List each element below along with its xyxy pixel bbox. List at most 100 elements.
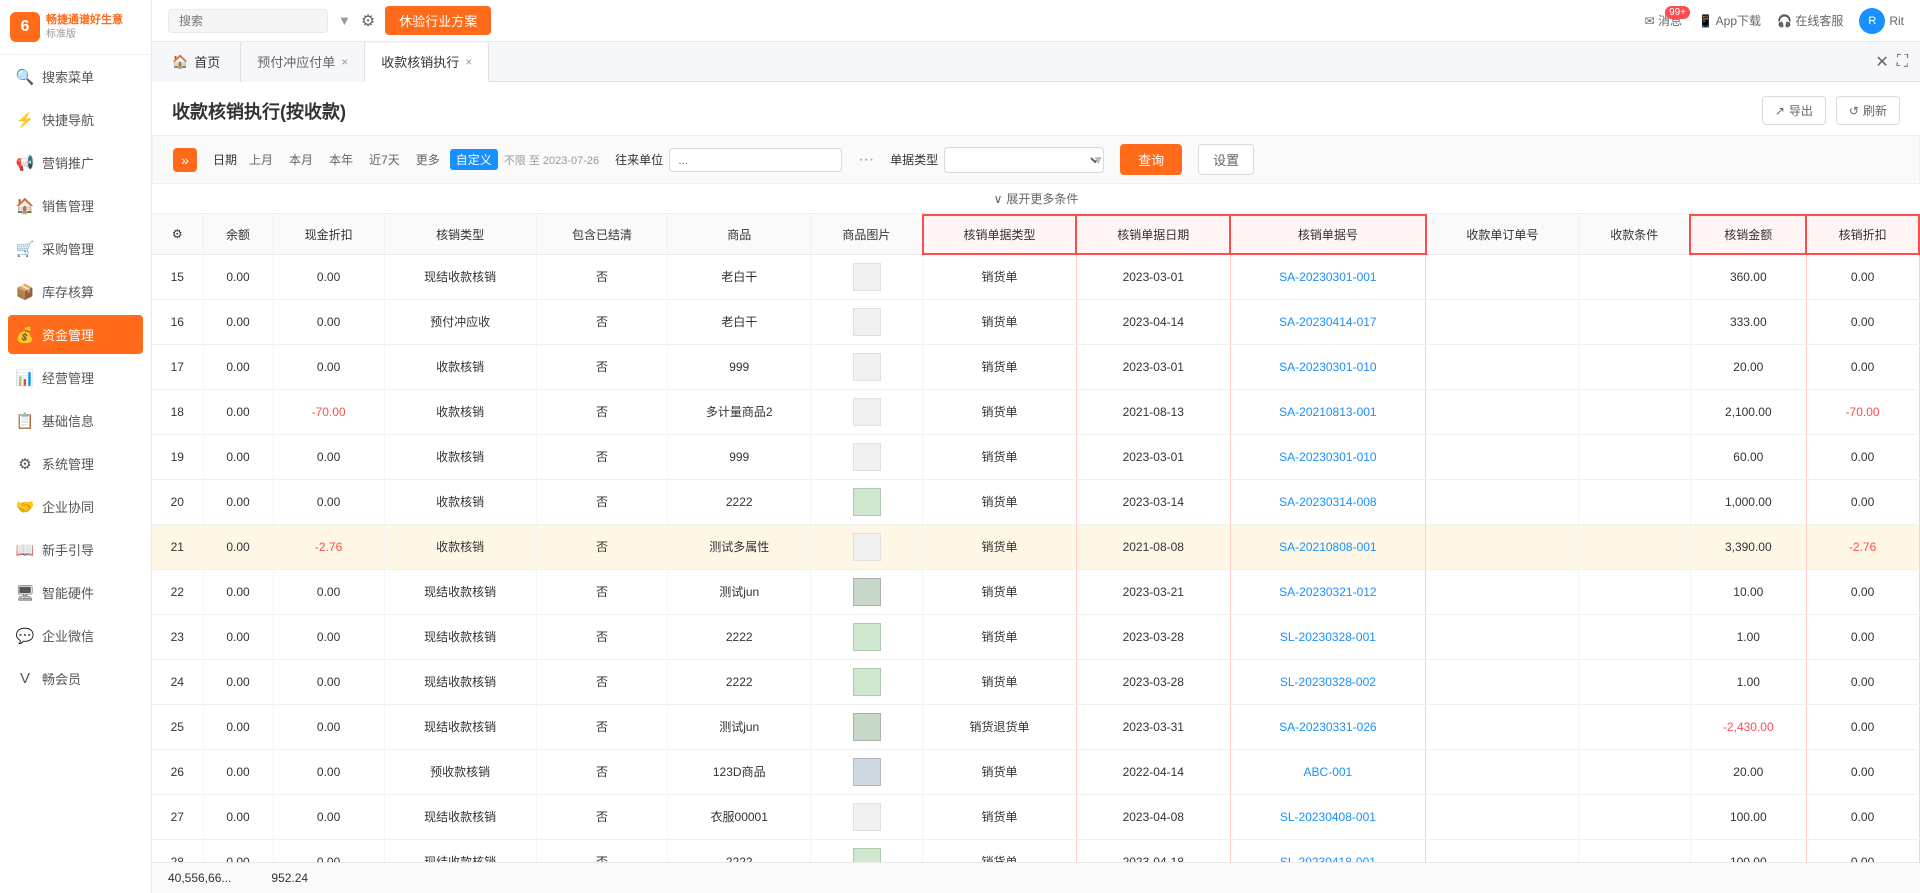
cell-cash-discount: 0.00 [273,749,384,794]
tab-prepay-close[interactable]: × [341,55,348,69]
topbar-right: ✉ 消息 99+ 📱 App下载 🎧 在线客服 R Rit [1645,8,1904,34]
cell-goods: 测试jun [668,569,811,614]
date-btn-this-year[interactable]: 本年 [323,149,359,170]
date-btn-this-month[interactable]: 本月 [283,149,319,170]
cell-wv-no[interactable]: SA-20230321-012 [1230,569,1425,614]
settings-button[interactable]: 设置 [1198,144,1254,175]
cell-wv-type: 销货单 [923,524,1077,569]
table-body: 15 0.00 0.00 现结收款核销 否 老白干 销货单 2023-03-01… [152,254,1919,862]
goods-img [853,848,881,863]
sidebar-item-hardware[interactable]: 🖥智能硬件 [0,571,151,614]
sidebar-menu: 🔍搜索菜单⚡快捷导航📢营销推广🏠销售管理🛒采购管理📦库存核算💰资金管理📊经营管理… [0,55,151,700]
cell-goods: 多计量商品2 [668,389,811,434]
tab-collection-close[interactable]: × [465,55,472,69]
cell-wv-no[interactable]: SA-20230301-010 [1230,434,1425,479]
cell-type: 现结收款核销 [384,254,536,299]
cell-wv-type: 销货退货单 [923,704,1077,749]
message-area[interactable]: ✉ 消息 99+ [1645,12,1682,29]
cell-wv-date: 2021-08-08 [1076,524,1230,569]
table-row: 25 0.00 0.00 现结收款核销 否 测试jun 销货退货单 2023-0… [152,704,1919,749]
sidebar-item-quick[interactable]: ⚡快捷导航 [0,98,151,141]
cell-wv-no[interactable]: SA-20230414-017 [1230,299,1425,344]
cell-wv-date: 2023-04-08 [1076,794,1230,839]
sidebar-label-system: 系统管理 [42,454,94,473]
cell-cc [1579,794,1691,839]
close-all-icon[interactable]: ✕ [1875,52,1888,72]
sidebar-label-finance: 资金管理 [42,325,94,344]
search-input[interactable] [168,9,328,33]
date-btn-last-month[interactable]: 上月 [243,149,279,170]
cell-cash-discount: 0.00 [273,254,384,299]
cell-wv-no[interactable]: SA-20230301-001 [1230,254,1425,299]
filter-expand-button[interactable]: » [173,148,197,172]
expand-more-bar[interactable]: ∨ 展开更多条件 [152,184,1920,214]
tab-collection[interactable]: 收款核销执行 × [365,43,489,83]
gear-icon[interactable]: ⚙ [361,11,375,31]
cell-wv-no[interactable]: ABC-001 [1230,749,1425,794]
cell-wv-no[interactable]: SA-20230314-008 [1230,479,1425,524]
cell-wv-date: 2023-03-28 [1076,659,1230,704]
dropdown-icon[interactable]: ▼ [338,13,351,28]
sidebar-item-wechat[interactable]: 💬企业微信 [0,614,151,657]
cell-wv-date: 2022-04-14 [1076,749,1230,794]
voucher-type-select[interactable] [944,147,1104,173]
sidebar-item-member[interactable]: V畅会员 [0,657,151,700]
sidebar-item-guide[interactable]: 📖新手引导 [0,528,151,571]
cell-wv-no[interactable]: SA-20210808-001 [1230,524,1425,569]
cell-included: 否 [536,794,668,839]
sidebar-item-finance[interactable]: 💰资金管理 [8,315,143,354]
online-service[interactable]: 🎧 在线客服 [1777,12,1843,29]
cell-cash-discount: 0.00 [273,704,384,749]
col-settings[interactable]: ⚙ [152,215,203,254]
page-content: 收款核销执行(按收款) ↗ 导出 ↺ 刷新 » 日期 上月 本月 本 [152,82,1920,893]
page-actions: ↗ 导出 ↺ 刷新 [1762,96,1900,125]
industry-btn[interactable]: 休验行业方案 [385,6,491,35]
date-btn-7days[interactable]: 近7天 [363,149,406,170]
sidebar-item-enterprise[interactable]: 🤝企业协同 [0,485,151,528]
cell-id: 15 [152,254,203,299]
cell-wv-no[interactable]: SA-20230331-026 [1230,704,1425,749]
cell-co-no [1426,749,1579,794]
cell-cash-discount: 0.00 [273,659,384,704]
date-btn-custom[interactable]: 自定义 [450,149,498,170]
refresh-button[interactable]: ↺ 刷新 [1836,96,1900,125]
cell-co-no [1426,389,1579,434]
sidebar-item-sales[interactable]: 🏠销售管理 [0,184,151,227]
cell-wv-no[interactable]: SA-20230301-010 [1230,344,1425,389]
cell-wv-no[interactable]: SL-20230408-001 [1230,794,1425,839]
cell-wv-no[interactable]: SL-20230418-001 [1230,839,1425,862]
cell-co-no [1426,344,1579,389]
fullscreen-icon[interactable]: ⛶ [1897,53,1908,71]
cell-id: 28 [152,839,203,862]
user-info[interactable]: R Rit [1859,8,1904,34]
sidebar-item-inventory[interactable]: 📦库存核算 [0,270,151,313]
cell-wv-no[interactable]: SL-20230328-002 [1230,659,1425,704]
app-download[interactable]: 📱 App下载 [1698,12,1761,29]
tab-prepay[interactable]: 预付冲应付单 × [241,42,365,82]
quick-icon: ⚡ [16,111,34,129]
cell-co-no [1426,569,1579,614]
sidebar-item-basic[interactable]: 📋基础信息 [0,399,151,442]
sidebar-item-marketing[interactable]: 📢营销推广 [0,141,151,184]
date-btn-more[interactable]: 更多 [410,149,446,170]
export-button[interactable]: ↗ 导出 [1762,96,1826,125]
cell-goods: 999 [668,434,811,479]
settings-gear-icon[interactable]: ⚙ [172,227,183,241]
cell-wv-no[interactable]: SA-20210813-001 [1230,389,1425,434]
topbar-left: ▼ ⚙ 休验行业方案 [168,6,491,35]
cell-wv-no[interactable]: SL-20230328-001 [1230,614,1425,659]
cell-wv-type: 销货单 [923,659,1077,704]
sidebar-item-purchase[interactable]: 🛒采购管理 [0,227,151,270]
sidebar-item-operation[interactable]: 📊经营管理 [0,356,151,399]
sidebar-item-system[interactable]: ⚙系统管理 [0,442,151,485]
partner-input[interactable] [669,148,842,172]
cell-included: 否 [536,254,668,299]
sidebar-item-search[interactable]: 🔍搜索菜单 [0,55,151,98]
message-badge: 99+ [1665,6,1690,19]
cell-goods: 2222 [668,614,811,659]
table-row: 21 0.00 -2.76 收款核销 否 测试多属性 销货单 2021-08-0… [152,524,1919,569]
cell-wv-type: 销货单 [923,389,1077,434]
tab-home[interactable]: 🏠 首页 [152,42,241,82]
partner-more-icon[interactable]: ··· [858,151,874,169]
query-button[interactable]: 查询 [1120,144,1182,175]
